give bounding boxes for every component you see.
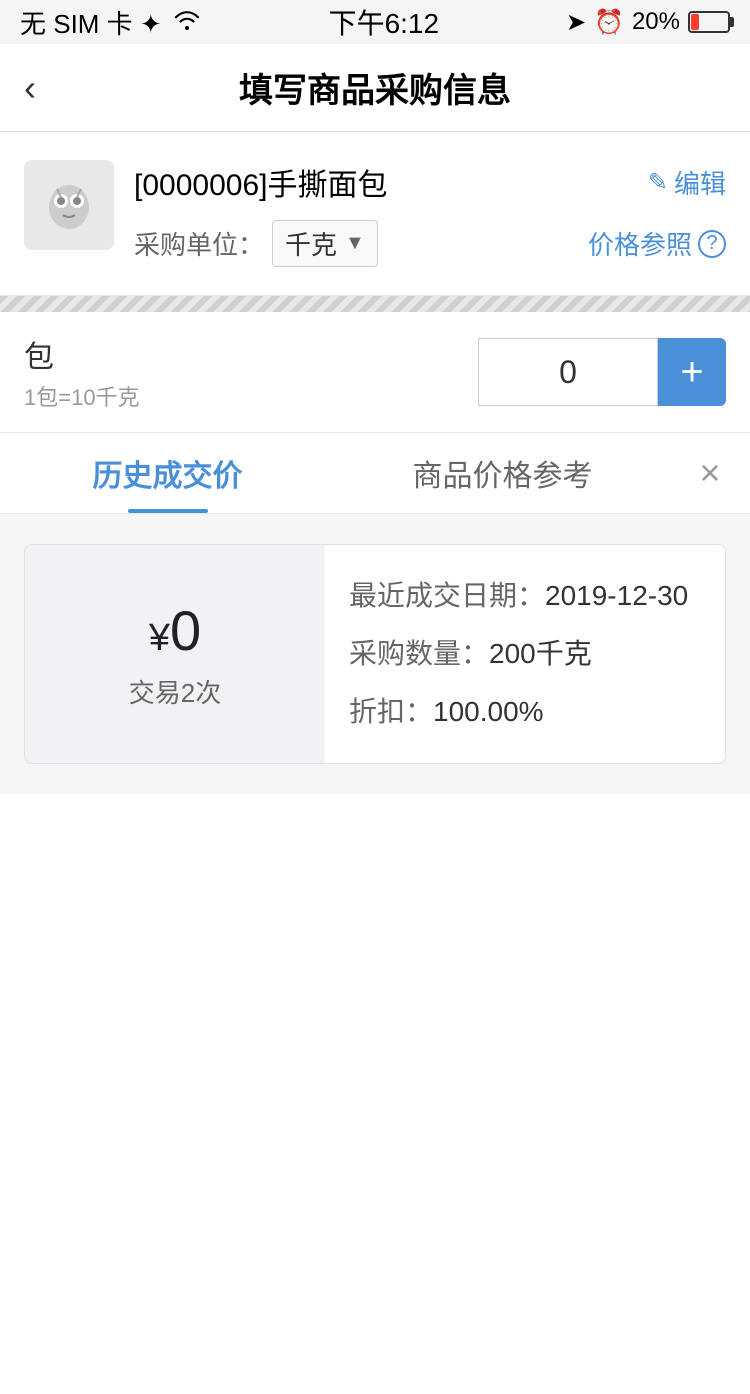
edit-button[interactable]: ✎ 编辑 (648, 164, 726, 201)
tab-product-price-ref[interactable]: 商品价格参考 (335, 433, 670, 513)
price-ref-help-icon: ? (698, 230, 726, 258)
purchase-quantity-row: 采购数量：200千克 (349, 633, 701, 675)
discount-label: 折扣： (349, 696, 433, 727)
quantity-label-group: 包 1包=10千克 (24, 332, 140, 412)
nav-bar: ‹ 填写商品采购信息 (0, 44, 750, 132)
battery-icon (688, 11, 730, 33)
history-price-value: ¥0 (149, 598, 201, 663)
recent-date-label: 最近成交日期： (349, 580, 545, 611)
wifi-icon (172, 7, 202, 38)
price-ref-label: 价格参照 (588, 225, 692, 262)
recent-date-row: 最近成交日期：2019-12-30 (349, 575, 701, 617)
history-card-right: 最近成交日期：2019-12-30 采购数量：200千克 折扣：100.00% (325, 545, 725, 763)
stripe-divider (0, 296, 750, 312)
currency-symbol: ¥ (149, 617, 170, 659)
bottom-space (0, 794, 750, 1394)
purchase-quantity-value: 200千克 (489, 638, 592, 669)
history-card-left: ¥0 交易2次 (25, 545, 325, 763)
product-info: [0000006]手撕面包 ✎ 编辑 采购单位： 千克 ▼ 价格参照 ? (134, 160, 726, 267)
quantity-input-group: + (478, 338, 726, 406)
back-button[interactable]: ‹ (24, 67, 36, 109)
price-number: 0 (170, 599, 201, 662)
battery-percent: 20% (632, 8, 680, 36)
history-content: ¥0 交易2次 最近成交日期：2019-12-30 采购数量：200千克 折扣：… (0, 514, 750, 794)
discount-value: 100.00% (433, 696, 544, 727)
status-time: 下午6:12 (329, 2, 440, 42)
edit-label: 编辑 (674, 164, 726, 201)
product-image (24, 160, 114, 250)
alarm-icon: ⏰ (594, 8, 624, 37)
quantity-plus-button[interactable]: + (658, 338, 726, 406)
quantity-input[interactable] (478, 338, 658, 406)
recent-date-value: 2019-12-30 (545, 580, 688, 611)
price-reference-button[interactable]: 价格参照 ? (588, 225, 726, 262)
status-bar: 无 SIM 卡 ✦ 下午6:12 ➤ ⏰ 20% (0, 0, 750, 44)
status-left: 无 SIM 卡 ✦ (20, 4, 202, 41)
discount-row: 折扣：100.00% (349, 691, 701, 733)
quantity-conversion: 1包=10千克 (24, 380, 140, 412)
quantity-row: 包 1包=10千克 + (0, 312, 750, 433)
history-price-card: ¥0 交易2次 最近成交日期：2019-12-30 采购数量：200千克 折扣：… (24, 544, 726, 764)
panel-tabs: 历史成交价 商品价格参考 × (0, 433, 750, 514)
quantity-unit: 包 (24, 332, 140, 376)
purchase-quantity-label: 采购数量： (349, 638, 489, 669)
page-title: 填写商品采购信息 (239, 63, 511, 112)
panel-close-button[interactable]: × (670, 433, 750, 513)
unit-select[interactable]: 千克 ▼ (272, 220, 378, 267)
unit-value: 千克 (285, 225, 337, 262)
no-sim-text: 无 SIM 卡 ✦ (20, 4, 162, 41)
tab-history-price[interactable]: 历史成交价 (0, 433, 335, 513)
dropdown-arrow-icon: ▼ (345, 232, 365, 255)
history-trades-count: 交易2次 (129, 673, 221, 710)
edit-icon: ✎ (648, 168, 668, 197)
status-right: ➤ ⏰ 20% (566, 8, 730, 37)
purchase-unit-label: 采购单位： (134, 225, 264, 262)
product-card: [0000006]手撕面包 ✎ 编辑 采购单位： 千克 ▼ 价格参照 ? (0, 132, 750, 296)
location-icon: ➤ (566, 8, 586, 37)
product-name: [0000006]手撕面包 (134, 160, 387, 204)
